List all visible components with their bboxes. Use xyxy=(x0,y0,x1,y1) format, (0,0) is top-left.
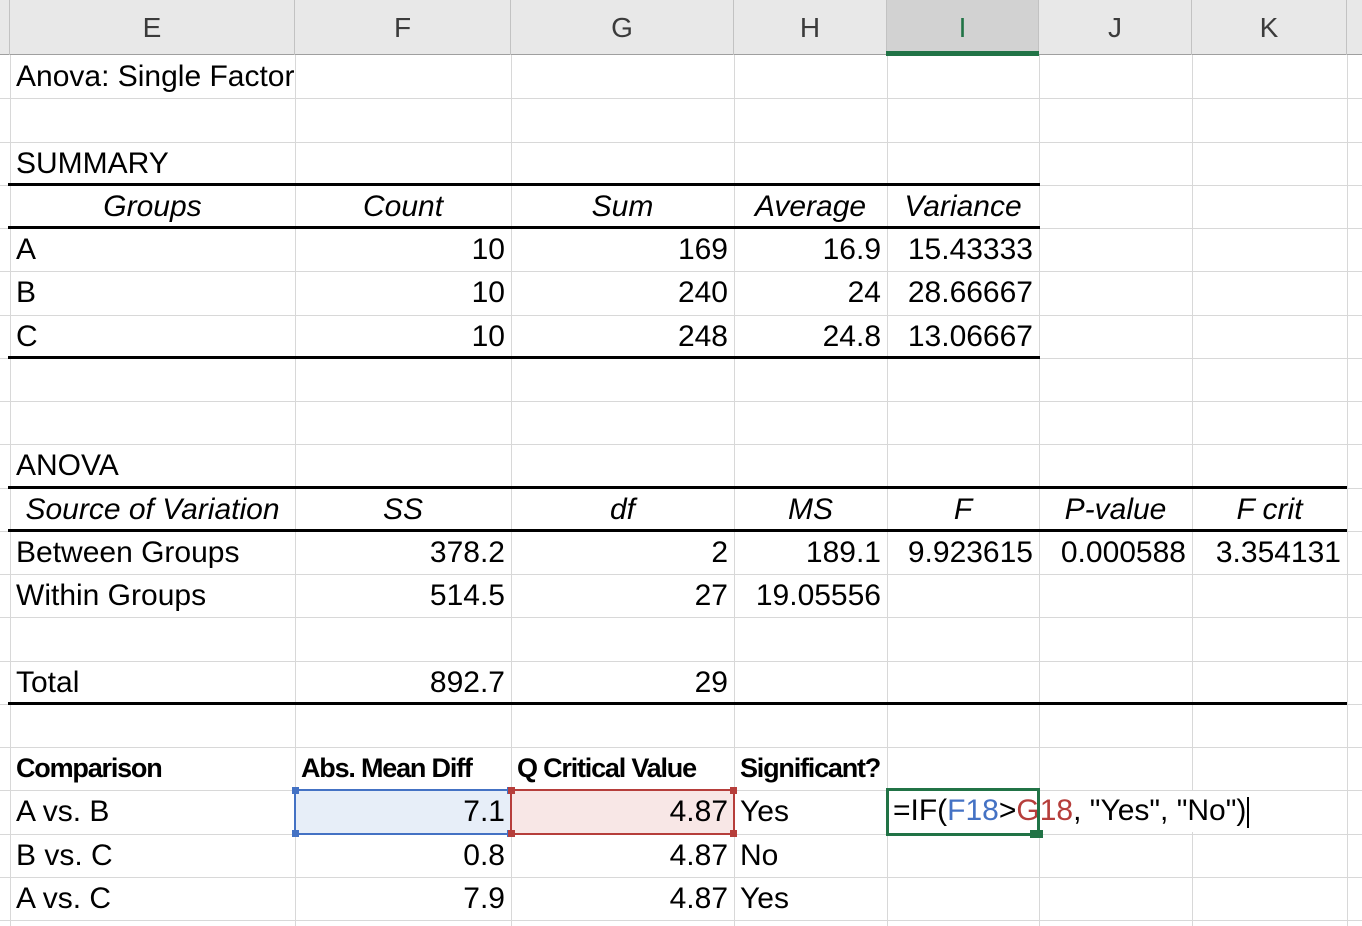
cell-E1[interactable]: Anova: Single Factor xyxy=(10,55,295,98)
formula-token: , "Yes", "No") xyxy=(1073,794,1246,827)
cell-H18[interactable]: Yes xyxy=(734,790,887,833)
cell-E17[interactable]: Comparison xyxy=(10,747,295,790)
column-header-row: E F G H I J K xyxy=(0,0,1362,55)
fill-handle[interactable] xyxy=(1030,830,1043,838)
column-header-stub[interactable] xyxy=(1347,0,1362,55)
cell-I4[interactable]: Variance xyxy=(887,185,1039,228)
cell-I11[interactable]: F xyxy=(887,488,1039,531)
cell-E6[interactable]: B xyxy=(10,271,295,314)
cell-F13[interactable]: 514.5 xyxy=(295,574,511,617)
column-header-G[interactable]: G xyxy=(511,0,734,55)
cell-F5[interactable]: 10 xyxy=(295,228,511,271)
cell-E3[interactable]: SUMMARY xyxy=(10,142,295,185)
cell-G20[interactable]: 4.87 xyxy=(511,877,734,920)
cell-H7[interactable]: 24.8 xyxy=(734,315,887,358)
cell-E11[interactable]: Source of Variation xyxy=(10,488,295,531)
cell-H19[interactable]: No xyxy=(734,834,887,877)
cell-F12[interactable]: 378.2 xyxy=(295,531,511,574)
cell-H13[interactable]: 19.05556 xyxy=(734,574,887,617)
column-header-I[interactable]: I xyxy=(887,0,1039,55)
gridline-horizontal xyxy=(0,401,1362,402)
column-header-K[interactable]: K xyxy=(1192,0,1347,55)
cell-E18[interactable]: A vs. B xyxy=(10,790,295,833)
cell-K12[interactable]: 3.354131 xyxy=(1192,531,1347,574)
cell-I7[interactable]: 13.06667 xyxy=(887,315,1039,358)
cell-I5[interactable]: 15.43333 xyxy=(887,228,1039,271)
cell-F18[interactable]: 7.1 xyxy=(295,790,511,833)
gridline-horizontal xyxy=(0,920,1362,921)
gridline-horizontal xyxy=(0,98,1362,99)
cell-E19[interactable]: B vs. C xyxy=(10,834,295,877)
cell-G18[interactable]: 4.87 xyxy=(511,790,734,833)
cell-G15[interactable]: 29 xyxy=(511,661,734,704)
cell-H17[interactable]: Significant? xyxy=(734,747,887,790)
text-cursor xyxy=(1247,797,1249,828)
cell-F15[interactable]: 892.7 xyxy=(295,661,511,704)
cell-E12[interactable]: Between Groups xyxy=(10,531,295,574)
cell-G4[interactable]: Sum xyxy=(511,185,734,228)
cell-G7[interactable]: 248 xyxy=(511,315,734,358)
cell-J12[interactable]: 0.000588 xyxy=(1039,531,1192,574)
cell-F6[interactable]: 10 xyxy=(295,271,511,314)
cell-H11[interactable]: MS xyxy=(734,488,887,531)
cell-J11[interactable]: P-value xyxy=(1039,488,1192,531)
cell-E20[interactable]: A vs. C xyxy=(10,877,295,920)
column-header-label: E xyxy=(143,12,162,44)
cell-E13[interactable]: Within Groups xyxy=(10,574,295,617)
cell-H12[interactable]: 189.1 xyxy=(734,531,887,574)
cell-K11[interactable]: F crit xyxy=(1192,488,1347,531)
column-header-label: I xyxy=(959,12,967,44)
cell-F11[interactable]: SS xyxy=(295,488,511,531)
cell-G19[interactable]: 4.87 xyxy=(511,834,734,877)
column-header-label: G xyxy=(611,12,633,44)
cell-F7[interactable]: 10 xyxy=(295,315,511,358)
cell-G13[interactable]: 27 xyxy=(511,574,734,617)
column-header-label: H xyxy=(800,12,820,44)
editing-cell-border[interactable] xyxy=(886,788,1040,835)
cell-I6[interactable]: 28.66667 xyxy=(887,271,1039,314)
cell-G11[interactable]: df xyxy=(511,488,734,531)
cell-I12[interactable]: 9.923615 xyxy=(887,531,1039,574)
cell-E10[interactable]: ANOVA xyxy=(10,444,295,487)
cell-G12[interactable]: 2 xyxy=(511,531,734,574)
cell-G5[interactable]: 169 xyxy=(511,228,734,271)
cell-F19[interactable]: 0.8 xyxy=(295,834,511,877)
cell-E5[interactable]: A xyxy=(10,228,295,271)
column-header-H[interactable]: H xyxy=(734,0,887,55)
column-header-label: K xyxy=(1260,12,1279,44)
cell-F4[interactable]: Count xyxy=(295,185,511,228)
column-header-label: J xyxy=(1108,12,1122,44)
spreadsheet: Anova: Single Factor SUMMARYGroupsCountSu… xyxy=(0,0,1362,926)
cell-G17[interactable]: Q Critical Value xyxy=(511,747,734,790)
selected-column-underline xyxy=(886,51,1039,56)
cell-H6[interactable]: 24 xyxy=(734,271,887,314)
cell-H5[interactable]: 16.9 xyxy=(734,228,887,271)
column-header-label: F xyxy=(394,12,411,44)
cell-H4[interactable]: Average xyxy=(734,185,887,228)
cell-F17[interactable]: Abs. Mean Diff xyxy=(295,747,511,790)
cell-E7[interactable]: C xyxy=(10,315,295,358)
column-header-E[interactable]: E xyxy=(10,0,295,55)
cell-F20[interactable]: 7.9 xyxy=(295,877,511,920)
cell-E15[interactable]: Total xyxy=(10,661,295,704)
cell-H20[interactable]: Yes xyxy=(734,877,887,920)
row-gutter-corner[interactable] xyxy=(0,0,10,55)
gridline-horizontal xyxy=(0,617,1362,618)
column-header-F[interactable]: F xyxy=(295,0,511,55)
column-header-J[interactable]: J xyxy=(1039,0,1192,55)
cell-G6[interactable]: 240 xyxy=(511,271,734,314)
cell-E4[interactable]: Groups xyxy=(10,185,295,228)
